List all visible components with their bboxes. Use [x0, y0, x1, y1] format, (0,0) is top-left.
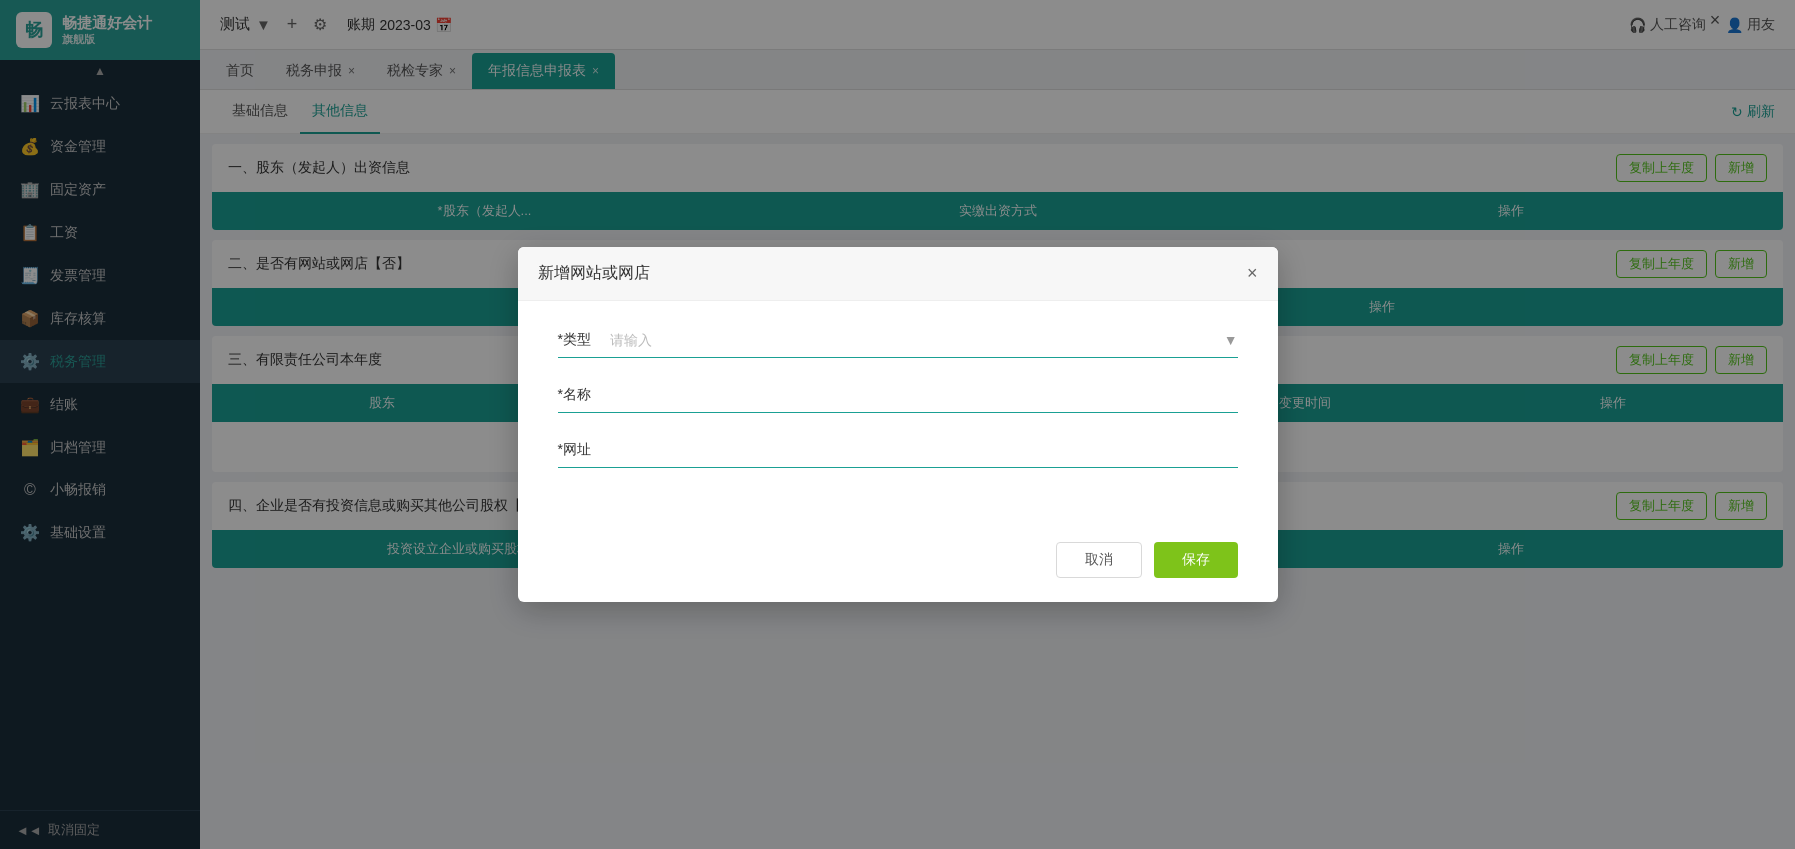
modal-header: 新增网站或网店 × [518, 247, 1278, 301]
save-button[interactable]: 保存 [1154, 542, 1238, 578]
modal-title: 新增网站或网店 [538, 263, 650, 284]
modal-add-website: 新增网站或网店 × *类型 ▼ *名称 *网址 取消 保存 [518, 247, 1278, 602]
form-label-name: *名称 [558, 386, 598, 404]
cancel-button[interactable]: 取消 [1056, 542, 1142, 578]
form-input-type[interactable] [610, 332, 1212, 348]
form-input-url[interactable] [610, 442, 1238, 458]
dropdown-arrow-type: ▼ [1224, 332, 1238, 348]
form-field-name: *名称 [558, 386, 1238, 413]
modal-body: *类型 ▼ *名称 *网址 [518, 301, 1278, 526]
form-field-url: *网址 [558, 441, 1238, 468]
form-label-url: *网址 [558, 441, 598, 459]
form-input-name[interactable] [610, 387, 1238, 403]
modal-close-button[interactable]: × [1247, 263, 1258, 284]
form-label-type: *类型 [558, 331, 598, 349]
modal-footer: 取消 保存 [518, 526, 1278, 602]
form-field-type: *类型 ▼ [558, 331, 1238, 358]
modal-overlay: 新增网站或网店 × *类型 ▼ *名称 *网址 取消 保存 [0, 0, 1795, 849]
